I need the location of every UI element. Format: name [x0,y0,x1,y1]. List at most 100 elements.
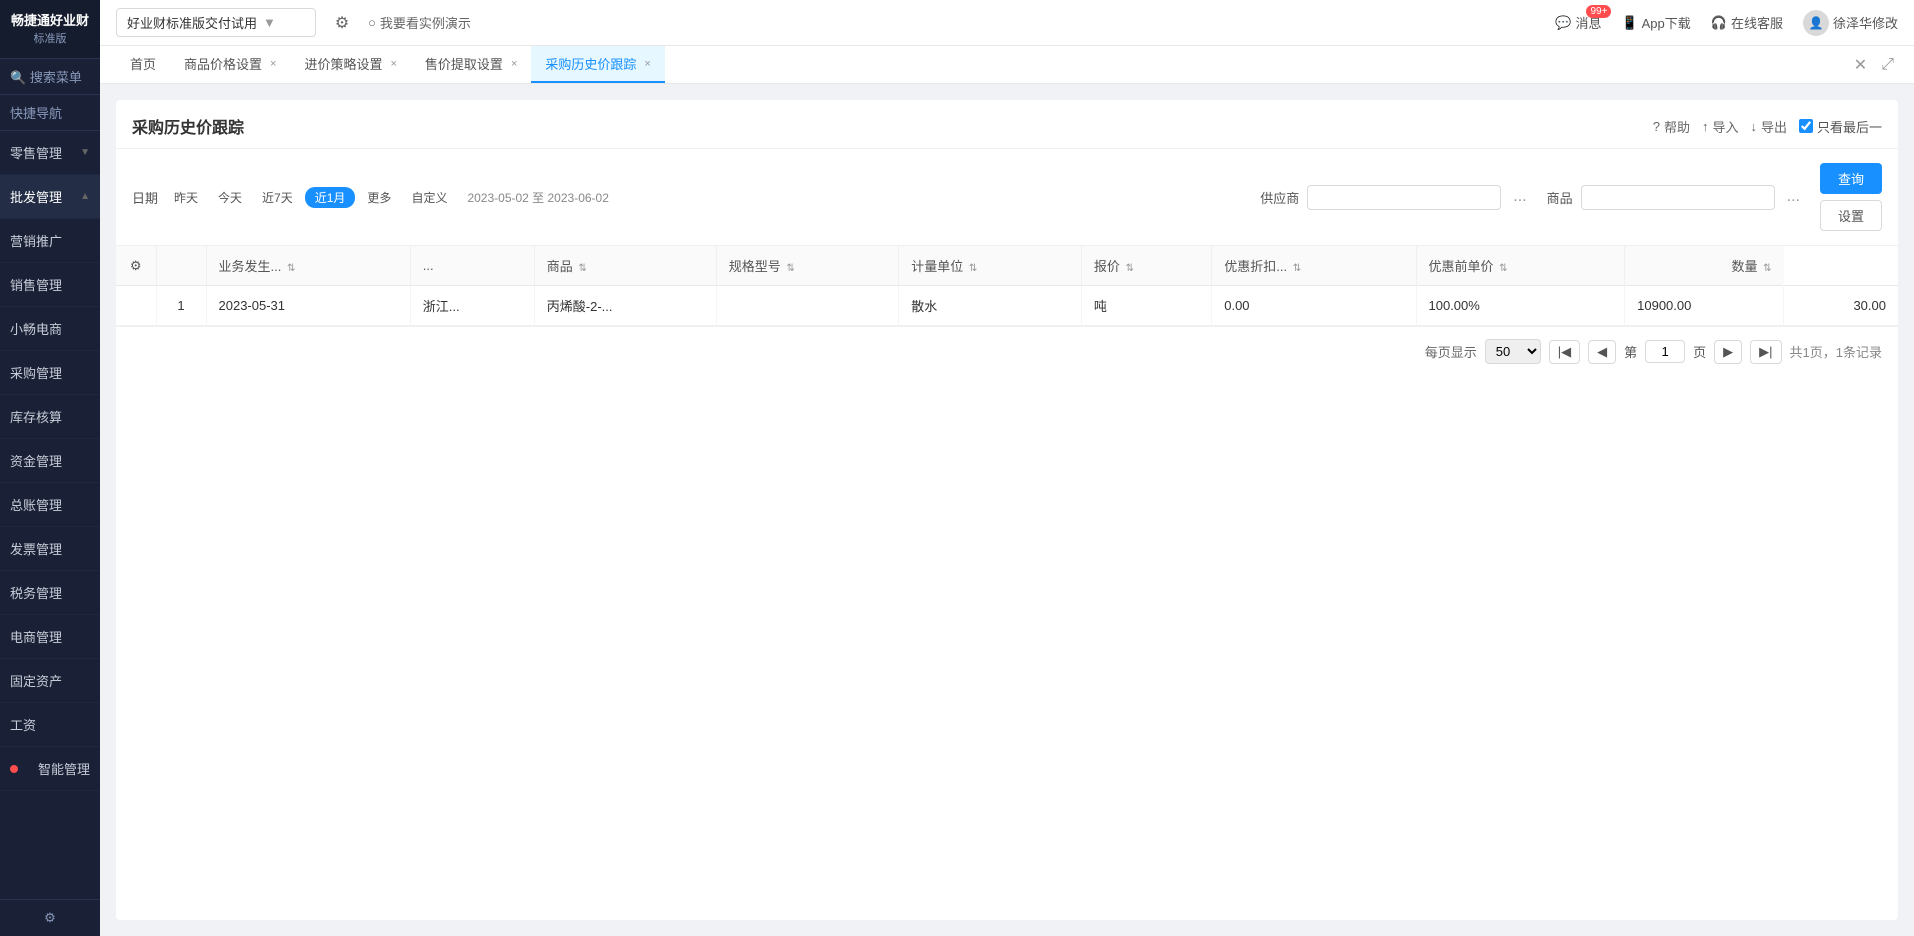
sidebar-item-label: 采购管理 [10,363,62,382]
sidebar-item-smart[interactable]: 智能管理 [0,747,100,791]
tab-price-close[interactable]: × [270,58,276,70]
sidebar-quick-nav[interactable]: 快捷导航 [0,95,100,131]
sidebar-item-general-ledger[interactable]: 总账管理 [0,483,100,527]
product-input[interactable] [1581,185,1775,210]
tabbar: 首页 商品价格设置 × 进价策略设置 × 售价提取设置 × 采购历史价跟踪 × … [100,46,1914,84]
col-date-header[interactable]: 业务发生... ⇅ [206,246,410,286]
query-button[interactable]: 查询 [1820,163,1882,194]
tab-purchase-strategy-close[interactable]: × [390,58,396,70]
online-service-button[interactable]: 🎧 在线客服 [1711,13,1783,32]
col-product-header[interactable]: 商品 ⇅ [534,246,716,286]
tab-price[interactable]: 商品价格设置 × [170,46,290,83]
supplier-input[interactable] [1307,185,1501,210]
last-only-checkbox-label[interactable]: 只看最后一 [1799,117,1882,136]
date-btn-today[interactable]: 今天 [210,187,250,208]
download-icon: 📱 [1621,15,1637,31]
date-btn-custom[interactable]: 自定义 [403,187,455,208]
main-content: 好业财标准版交付试用 ▼ ⚙ ○ 我要看实例演示 💬 消息 99+ 📱 App下… [100,0,1914,936]
sidebar-item-marketing[interactable]: 营销推广 [0,219,100,263]
import-icon: ↑ [1702,119,1709,134]
quick-nav-label: 快捷导航 [10,106,62,121]
sidebar-item-fixed-assets[interactable]: 固定资产 [0,659,100,703]
row-gear[interactable] [116,286,156,326]
tab-history-track-label: 采购历史价跟踪 [545,54,636,73]
page-header: 采购历史价跟踪 ? 帮助 ↑ 导入 ↓ 导出 [116,100,1898,149]
product-dots[interactable]: ... [1783,188,1804,206]
messages-button[interactable]: 💬 消息 99+ [1555,13,1601,32]
filter-row-product: 商品 ... [1547,185,1804,210]
sidebar-item-sales[interactable]: 销售管理 [0,263,100,307]
date-btn-7days[interactable]: 近7天 [254,187,301,208]
page-last-button[interactable]: ▶| [1750,340,1781,364]
sidebar-search[interactable]: 🔍 搜索菜单 [0,59,100,95]
per-page-select[interactable]: 50 100 200 [1485,339,1541,364]
sidebar-item-invoice[interactable]: 发票管理 [0,527,100,571]
row-quote: 0.00 [1212,286,1416,326]
col-unit-header[interactable]: 计量单位 ⇅ [899,246,1082,286]
supplier-dots[interactable]: ... [1509,188,1530,206]
chevron-down-icon: ▼ [80,147,90,158]
col-prediscount-header[interactable]: 优惠前单价 ⇅ [1416,246,1625,286]
import-button[interactable]: ↑ 导入 [1702,117,1739,136]
date-btn-1month[interactable]: 近1月 [305,187,356,208]
sidebar-item-retail[interactable]: 零售管理 ▼ [0,131,100,175]
gear-icon: ⚙ [335,13,349,33]
col-quote-label: 报价 [1094,259,1120,274]
close-tab-icon[interactable]: ✕ [1850,55,1871,75]
sidebar-item-inventory[interactable]: 库存核算 [0,395,100,439]
sidebar-item-finance[interactable]: 资金管理 [0,439,100,483]
tab-sale-extract[interactable]: 售价提取设置 × [411,46,531,83]
row-quote-unit: 吨 [1081,286,1211,326]
page-input[interactable] [1645,340,1685,363]
sidebar-gear-button[interactable]: ⚙ [0,899,100,936]
sidebar: 畅捷通好业财 标准版 🔍 搜索菜单 快捷导航 零售管理 ▼ 批发管理 ▲ 营销推… [0,0,100,936]
col-discount-header[interactable]: 优惠折扣... ⇅ [1212,246,1416,286]
export-button[interactable]: ↓ 导出 [1750,117,1787,136]
page-next-button[interactable]: ▶ [1714,340,1742,364]
sidebar-item-small-ecommerce[interactable]: 小畅电商 [0,307,100,351]
sidebar-item-purchase[interactable]: 采购管理 [0,351,100,395]
sort-icon: ⇅ [287,263,295,274]
col-gear-header[interactable]: ⚙ [116,246,156,286]
sidebar-item-tax[interactable]: 税务管理 [0,571,100,615]
tab-home[interactable]: 首页 [116,46,170,83]
last-only-checkbox[interactable] [1799,119,1813,133]
sort-icon: ⇅ [1763,263,1771,274]
date-btn-yesterday[interactable]: 昨天 [166,187,206,208]
dot-red-icon [10,761,22,776]
tab-history-track-close[interactable]: × [644,58,650,70]
demo-link[interactable]: ○ 我要看实例演示 [368,13,471,32]
tab-purchase-strategy[interactable]: 进价策略设置 × [290,46,410,83]
tab-sale-extract-close[interactable]: × [511,58,517,70]
col-spec-header[interactable]: 规格型号 ⇅ [716,246,899,286]
row-prediscount-price: 10900.00 [1625,286,1784,326]
col-quantity-header[interactable]: 数量 ⇅ [1625,246,1784,286]
sidebar-item-label: 库存核算 [10,407,62,426]
row-date: 2023-05-31 [206,286,410,326]
tab-history-track[interactable]: 采购历史价跟踪 × [531,46,664,83]
filter-row-date: 日期 昨天 今天 近7天 近1月 更多 自定义 2023-05-02 至 202… [132,187,1244,208]
filter-settings-button[interactable]: 设置 [1820,200,1882,231]
sidebar-item-payroll[interactable]: 工资 [0,703,100,747]
page-first-button[interactable]: |◀ [1549,340,1580,364]
sidebar-item-label: 总账管理 [10,495,62,514]
app-download-button[interactable]: 📱 App下载 [1621,13,1690,32]
help-button[interactable]: ? 帮助 [1653,117,1690,136]
filter-row-supplier: 供应商 ... [1260,185,1530,210]
sidebar-item-label: 销售管理 [10,275,62,294]
product-selector[interactable]: 好业财标准版交付试用 ▼ [116,8,316,37]
sidebar-item-ecommerce[interactable]: 电商管理 [0,615,100,659]
tab-home-label: 首页 [130,54,156,73]
col-quote-header[interactable]: 报价 ⇅ [1081,246,1211,286]
sidebar-item-wholesale[interactable]: 批发管理 ▲ [0,175,100,219]
user-info[interactable]: 👤 徐泽华修改 [1803,10,1898,36]
expand-icon[interactable]: ⤢ [1877,56,1898,74]
col-more-header[interactable]: ... [410,246,534,286]
date-btn-more[interactable]: 更多 [359,187,399,208]
table-header-row: ⚙ 业务发生... ⇅ ... 商品 ⇅ [116,246,1898,286]
sort-icon: ⇅ [786,263,794,274]
page-prev-button[interactable]: ◀ [1588,340,1616,364]
topbar-settings-button[interactable]: ⚙ [328,9,356,37]
search-icon: 🔍 [10,70,26,85]
page-card: 采购历史价跟踪 ? 帮助 ↑ 导入 ↓ 导出 [116,100,1898,920]
